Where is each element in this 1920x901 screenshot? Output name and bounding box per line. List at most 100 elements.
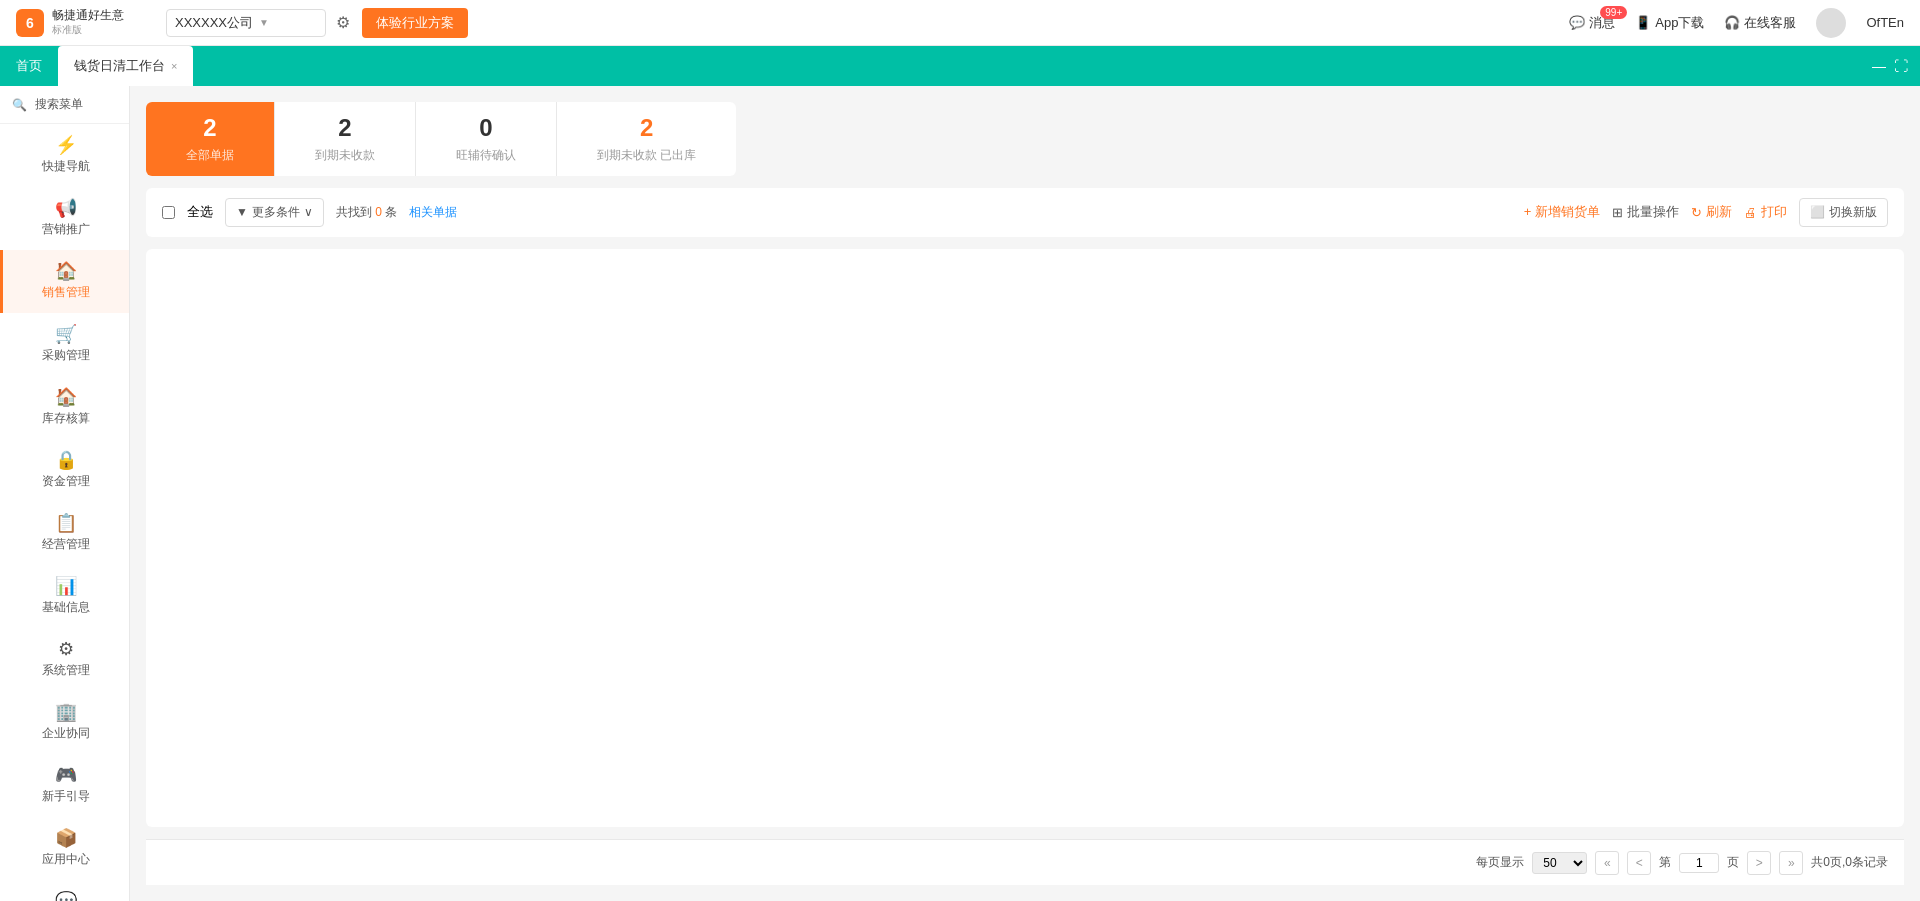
tab-active-label: 钱货日清工作台 [74, 57, 165, 75]
switch-version-button[interactable]: ⬜ 切换新版 [1799, 198, 1888, 227]
app-center-icon: 📦 [55, 829, 77, 847]
per-page-label: 每页显示 [1476, 854, 1524, 871]
top-bar: 6 畅捷通好生意 标准版 XXXXXX公司 ▼ ⚙ 体验行业方案 💬 消息 99… [0, 0, 1920, 46]
sidebar-item-system[interactable]: ⚙ 系统管理 [0, 628, 129, 691]
sidebar-item-inventory-label: 库存核算 [42, 410, 90, 427]
batch-label: 批量操作 [1627, 203, 1679, 221]
prev-page-button[interactable]: < [1627, 851, 1651, 875]
sidebar-item-system-label: 系统管理 [42, 662, 90, 679]
message-area[interactable]: 💬 消息 99+ [1569, 14, 1615, 32]
stats-row: 2 全部单据 2 到期未收款 0 旺辅待确认 2 到期未收款 已出库 [146, 102, 736, 176]
sidebar-item-finance-label: 资金管理 [42, 473, 90, 490]
guide-icon: 🎮 [55, 766, 77, 784]
maximize-icon[interactable]: ⛶ [1894, 58, 1908, 74]
search-menu-label: 搜索菜单 [35, 96, 83, 113]
sidebar-item-guide[interactable]: 🎮 新手引导 [0, 754, 129, 817]
page-label: 第 [1659, 854, 1671, 871]
stat-overdue-unpaid-number: 2 [338, 114, 351, 143]
message-icon: 💬 [1569, 15, 1585, 30]
stat-all[interactable]: 2 全部单据 [146, 102, 275, 176]
service-label: 在线客服 [1744, 14, 1796, 32]
username[interactable]: OfTEn [1866, 15, 1904, 30]
sidebar-item-inventory[interactable]: 🏠 库存核算 [0, 376, 129, 439]
system-icon: ⚙ [58, 640, 74, 658]
toolbar-right: + 新增销货单 ⊞ 批量操作 ↻ 刷新 🖨 打印 ⬜ 切换新版 [1524, 198, 1888, 227]
sales-icon: 🏠 [55, 262, 77, 280]
main-content: 2 全部单据 2 到期未收款 0 旺辅待确认 2 到期未收款 已出库 全选 ▼ … [130, 86, 1920, 901]
page-label-end: 页 [1727, 854, 1739, 871]
sidebar-item-finance[interactable]: 🔒 资金管理 [0, 439, 129, 502]
sidebar-item-operations[interactable]: 📋 经营管理 [0, 502, 129, 565]
sidebar-item-marketing[interactable]: 📢 营销推广 [0, 187, 129, 250]
sidebar-item-basic-info-label: 基础信息 [42, 599, 90, 616]
sidebar-item-enterprise[interactable]: 🏢 企业协同 [0, 691, 129, 754]
stat-overdue-unshipped[interactable]: 2 到期未收款 已出库 [557, 102, 736, 176]
minimize-icon[interactable]: — [1872, 58, 1886, 74]
stat-pending-confirm[interactable]: 0 旺辅待确认 [416, 102, 557, 176]
sidebar-item-purchase-label: 采购管理 [42, 347, 90, 364]
sidebar-item-quick-nav-label: 快捷导航 [42, 158, 90, 175]
table-area [146, 249, 1904, 827]
select-all-label: 全选 [187, 203, 213, 221]
stat-all-number: 2 [203, 114, 216, 143]
settings-icon[interactable]: ⚙ [336, 13, 350, 32]
print-icon: 🖨 [1744, 205, 1757, 220]
sidebar-item-guide-label: 新手引导 [42, 788, 90, 805]
print-button[interactable]: 🖨 打印 [1744, 203, 1787, 221]
service-icon: 🎧 [1724, 15, 1740, 30]
sidebar-item-wechat[interactable]: 💬 企业微信 [0, 880, 129, 901]
stat-overdue-unpaid-label: 到期未收款 [315, 147, 375, 164]
sidebar-item-app-center[interactable]: 📦 应用中心 [0, 817, 129, 880]
filter-dropdown-icon: ∨ [304, 205, 313, 219]
filter-icon: ▼ [236, 205, 248, 219]
tab-active[interactable]: 钱货日清工作台 × [58, 46, 193, 86]
top-right: 💬 消息 99+ 📱 App下载 🎧 在线客服 OfTEn [1569, 8, 1904, 38]
trial-button[interactable]: 体验行业方案 [362, 8, 468, 38]
sidebar-item-marketing-label: 营销推广 [42, 221, 90, 238]
inventory-icon: 🏠 [55, 388, 77, 406]
stat-overdue-unshipped-number: 2 [640, 114, 653, 143]
app-download[interactable]: 📱 App下载 [1635, 14, 1704, 32]
main-layout: 🔍 搜索菜单 ⚡ 快捷导航 📢 营销推广 🏠 销售管理 🛒 采购管理 🏠 库存核… [0, 86, 1920, 901]
sidebar-item-sales-label: 销售管理 [42, 284, 90, 301]
batch-button[interactable]: ⊞ 批量操作 [1612, 203, 1679, 221]
sidebar-item-purchase[interactable]: 🛒 采购管理 [0, 313, 129, 376]
avatar[interactable] [1816, 8, 1846, 38]
nav-tabs: 首页 钱货日清工作台 × — ⛶ [0, 46, 1920, 86]
last-page-button[interactable]: » [1779, 851, 1803, 875]
marketing-icon: 📢 [55, 199, 77, 217]
company-dropdown-arrow: ▼ [259, 17, 269, 28]
refresh-button[interactable]: ↻ 刷新 [1691, 203, 1732, 221]
next-page-button[interactable]: > [1747, 851, 1771, 875]
stat-pending-confirm-number: 0 [479, 114, 492, 143]
per-page-select[interactable]: 50 20 100 [1532, 852, 1587, 874]
add-icon: + 新增销货单 [1524, 203, 1600, 221]
app-download-label: App下载 [1655, 14, 1704, 32]
logo-area: 6 畅捷通好生意 标准版 [16, 8, 146, 38]
stat-overdue-unpaid[interactable]: 2 到期未收款 [275, 102, 416, 176]
found-text: 共找到 0 条 [336, 204, 397, 221]
stat-pending-confirm-label: 旺辅待确认 [456, 147, 516, 164]
logo-text: 畅捷通好生意 [52, 8, 124, 24]
search-menu[interactable]: 🔍 搜索菜单 [0, 86, 129, 124]
first-page-button[interactable]: « [1595, 851, 1619, 875]
company-selector[interactable]: XXXXXX公司 ▼ [166, 9, 326, 37]
add-sale-button[interactable]: + 新增销货单 [1524, 203, 1600, 221]
related-records-link[interactable]: 相关单据 [409, 204, 457, 221]
app-download-icon: 📱 [1635, 15, 1651, 30]
tab-home[interactable]: 首页 [0, 46, 58, 86]
page-input[interactable] [1679, 853, 1719, 873]
sidebar-item-basic-info[interactable]: 📊 基础信息 [0, 565, 129, 628]
select-all-checkbox[interactable] [162, 206, 175, 219]
filter-label: 更多条件 [252, 204, 300, 221]
toolbar: 全选 ▼ 更多条件 ∨ 共找到 0 条 相关单据 + 新增销货单 ⊞ 批量操作 [146, 188, 1904, 237]
quick-nav-icon: ⚡ [55, 136, 77, 154]
sidebar-item-sales[interactable]: 🏠 销售管理 [0, 250, 129, 313]
sidebar-item-quick-nav[interactable]: ⚡ 快捷导航 [0, 124, 129, 187]
filter-button[interactable]: ▼ 更多条件 ∨ [225, 198, 324, 227]
found-count: 0 [375, 205, 382, 219]
close-tab-icon[interactable]: × [171, 60, 177, 72]
online-service[interactable]: 🎧 在线客服 [1724, 14, 1796, 32]
search-icon: 🔍 [12, 98, 27, 112]
stat-overdue-unshipped-label: 到期未收款 已出库 [597, 147, 696, 164]
